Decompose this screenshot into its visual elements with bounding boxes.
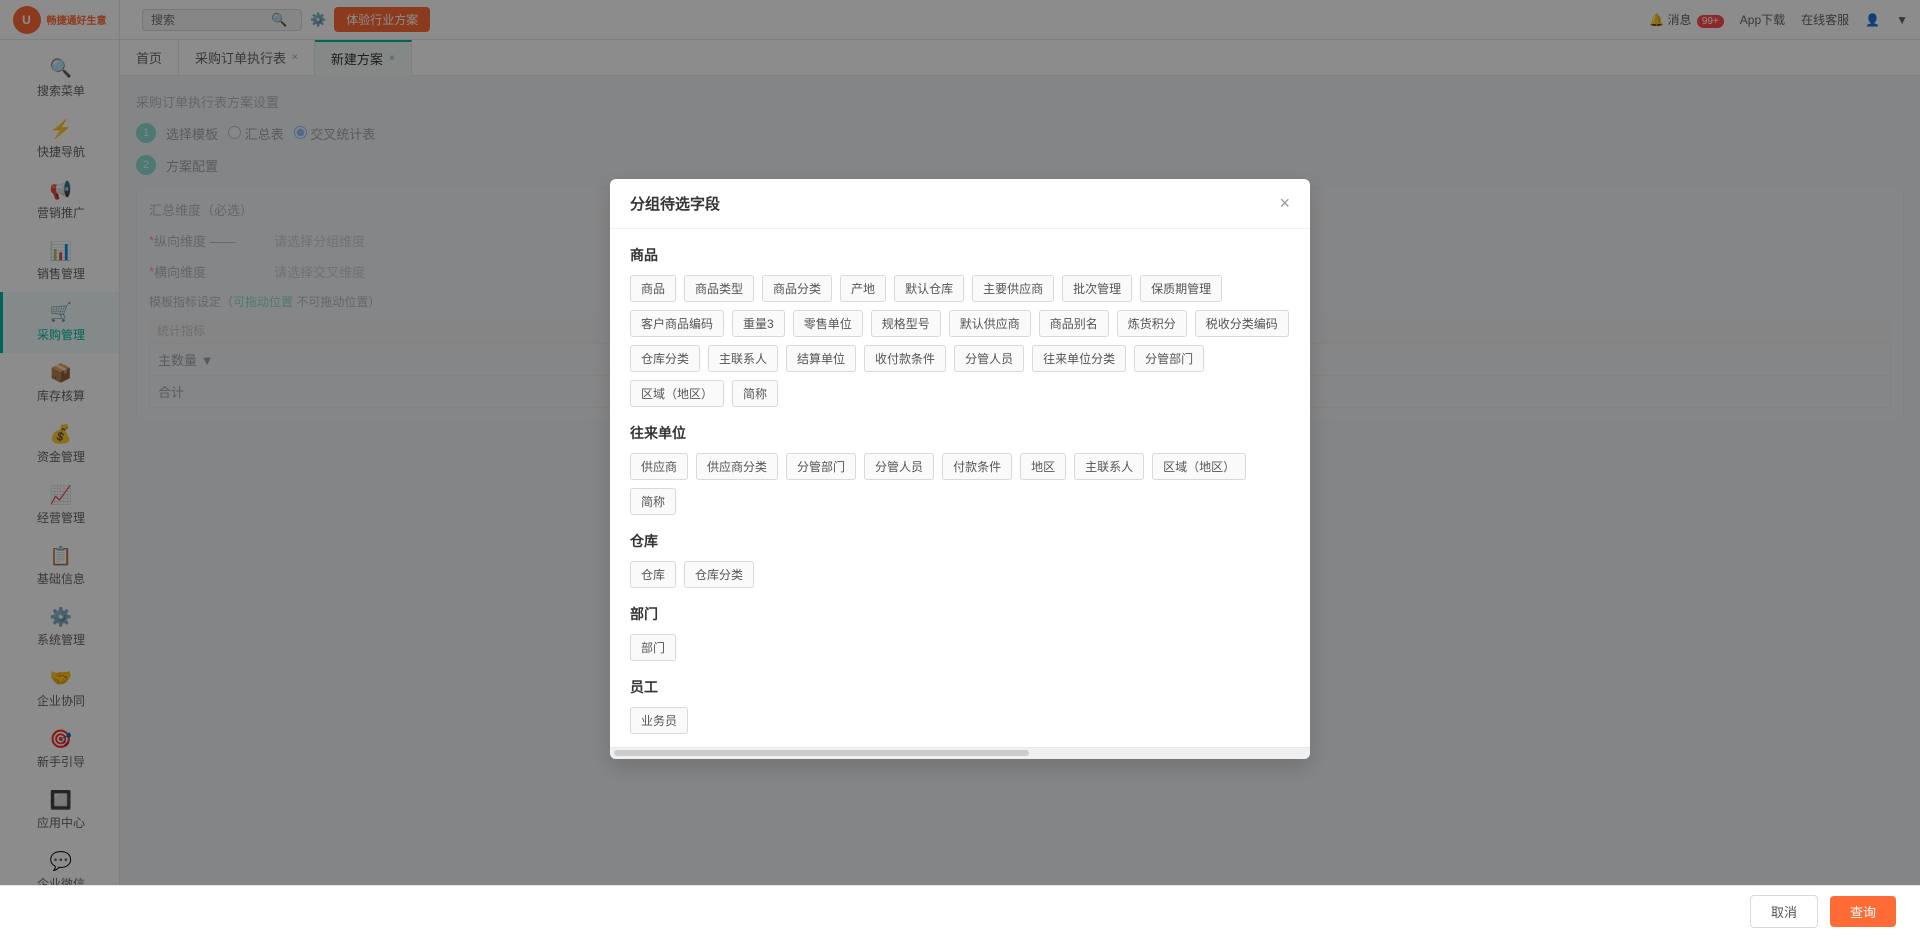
tag-结算单位[interactable]: 结算单位 (786, 345, 856, 372)
tag-分管人员[interactable]: 分管人员 (864, 453, 934, 480)
section-warehouse-title: 仓库 (630, 531, 1290, 551)
tag-主联系人[interactable]: 主联系人 (1074, 453, 1144, 480)
modal-body: 商品 商品商品类型商品分类产地默认仓库主要供应商批次管理保质期管理客户商品编码重… (610, 229, 1310, 747)
tag-收付款条件[interactable]: 收付款条件 (864, 345, 946, 372)
tag-商品别名[interactable]: 商品别名 (1039, 310, 1109, 337)
modal-horizontal-scrollbar[interactable] (610, 747, 1310, 759)
tag-批次管理[interactable]: 批次管理 (1062, 275, 1132, 302)
counterpart-tags: 供应商供应商分类分管部门分管人员付款条件地区主联系人区域（地区） 简称 (630, 453, 1290, 515)
tag-默认仓库[interactable]: 默认仓库 (894, 275, 964, 302)
tag-炼货积分[interactable]: 炼货积分 (1117, 310, 1187, 337)
tag-区域（地区）[interactable]: 区域（地区） (1152, 453, 1246, 480)
tag-规格型号[interactable]: 规格型号 (871, 310, 941, 337)
tag-往来单位分类[interactable]: 往来单位分类 (1032, 345, 1126, 372)
modal-header: 分组待选字段 × (610, 179, 1310, 229)
tag-简称[interactable]: 简称 (630, 488, 676, 515)
tag-主要供应商[interactable]: 主要供应商 (972, 275, 1054, 302)
modal-close-button[interactable]: × (1279, 194, 1290, 212)
tag-仓库[interactable]: 仓库 (630, 561, 676, 588)
tag-简称[interactable]: 简称 (732, 380, 778, 407)
tag-税收分类编码[interactable]: 税收分类编码 (1195, 310, 1289, 337)
section-counterpart-title: 往来单位 (630, 423, 1290, 443)
tag-主联系人[interactable]: 主联系人 (708, 345, 778, 372)
tag-付款条件[interactable]: 付款条件 (942, 453, 1012, 480)
cancel-button[interactable]: 取消 (1750, 895, 1818, 928)
tag-商品分类[interactable]: 商品分类 (762, 275, 832, 302)
tag-业务员[interactable]: 业务员 (630, 707, 688, 734)
tag-供应商分类[interactable]: 供应商分类 (696, 453, 778, 480)
warehouse-tags: 仓库仓库分类 (630, 561, 1290, 588)
tag-客户商品编码[interactable]: 客户商品编码 (630, 310, 724, 337)
tag-分管人员[interactable]: 分管人员 (954, 345, 1024, 372)
tag-产地[interactable]: 产地 (840, 275, 886, 302)
section-employee-title: 员工 (630, 677, 1290, 697)
tag-仓库分类[interactable]: 仓库分类 (630, 345, 700, 372)
tag-商品类型[interactable]: 商品类型 (684, 275, 754, 302)
tag-地区[interactable]: 地区 (1020, 453, 1066, 480)
tag-仓库分类[interactable]: 仓库分类 (684, 561, 754, 588)
tag-分管部门[interactable]: 分管部门 (786, 453, 856, 480)
product-tags: 商品商品类型商品分类产地默认仓库主要供应商批次管理保质期管理客户商品编码重量3 零… (630, 275, 1290, 407)
tag-重量3[interactable]: 重量3 (732, 310, 785, 337)
confirm-button[interactable]: 查询 (1830, 896, 1896, 927)
field-selection-modal: 分组待选字段 × 商品 商品商品类型商品分类产地默认仓库主要供应商批次管理保质期… (610, 179, 1310, 759)
hscroll-thumb (614, 750, 1029, 756)
section-department-title: 部门 (630, 604, 1290, 624)
department-tags: 部门 (630, 634, 1290, 661)
tag-默认供应商[interactable]: 默认供应商 (949, 310, 1031, 337)
tag-保质期管理[interactable]: 保质期管理 (1140, 275, 1222, 302)
modal-title: 分组待选字段 (630, 193, 720, 214)
section-product-title: 商品 (630, 245, 1290, 265)
tag-零售单位[interactable]: 零售单位 (793, 310, 863, 337)
tag-部门[interactable]: 部门 (630, 634, 676, 661)
bottom-action-bar: 取消 查询 (0, 885, 1920, 937)
employee-tags: 业务员 (630, 707, 1290, 734)
tag-分管部门[interactable]: 分管部门 (1134, 345, 1204, 372)
tag-商品[interactable]: 商品 (630, 275, 676, 302)
tag-区域（地区）[interactable]: 区域（地区） (630, 380, 724, 407)
tag-供应商[interactable]: 供应商 (630, 453, 688, 480)
